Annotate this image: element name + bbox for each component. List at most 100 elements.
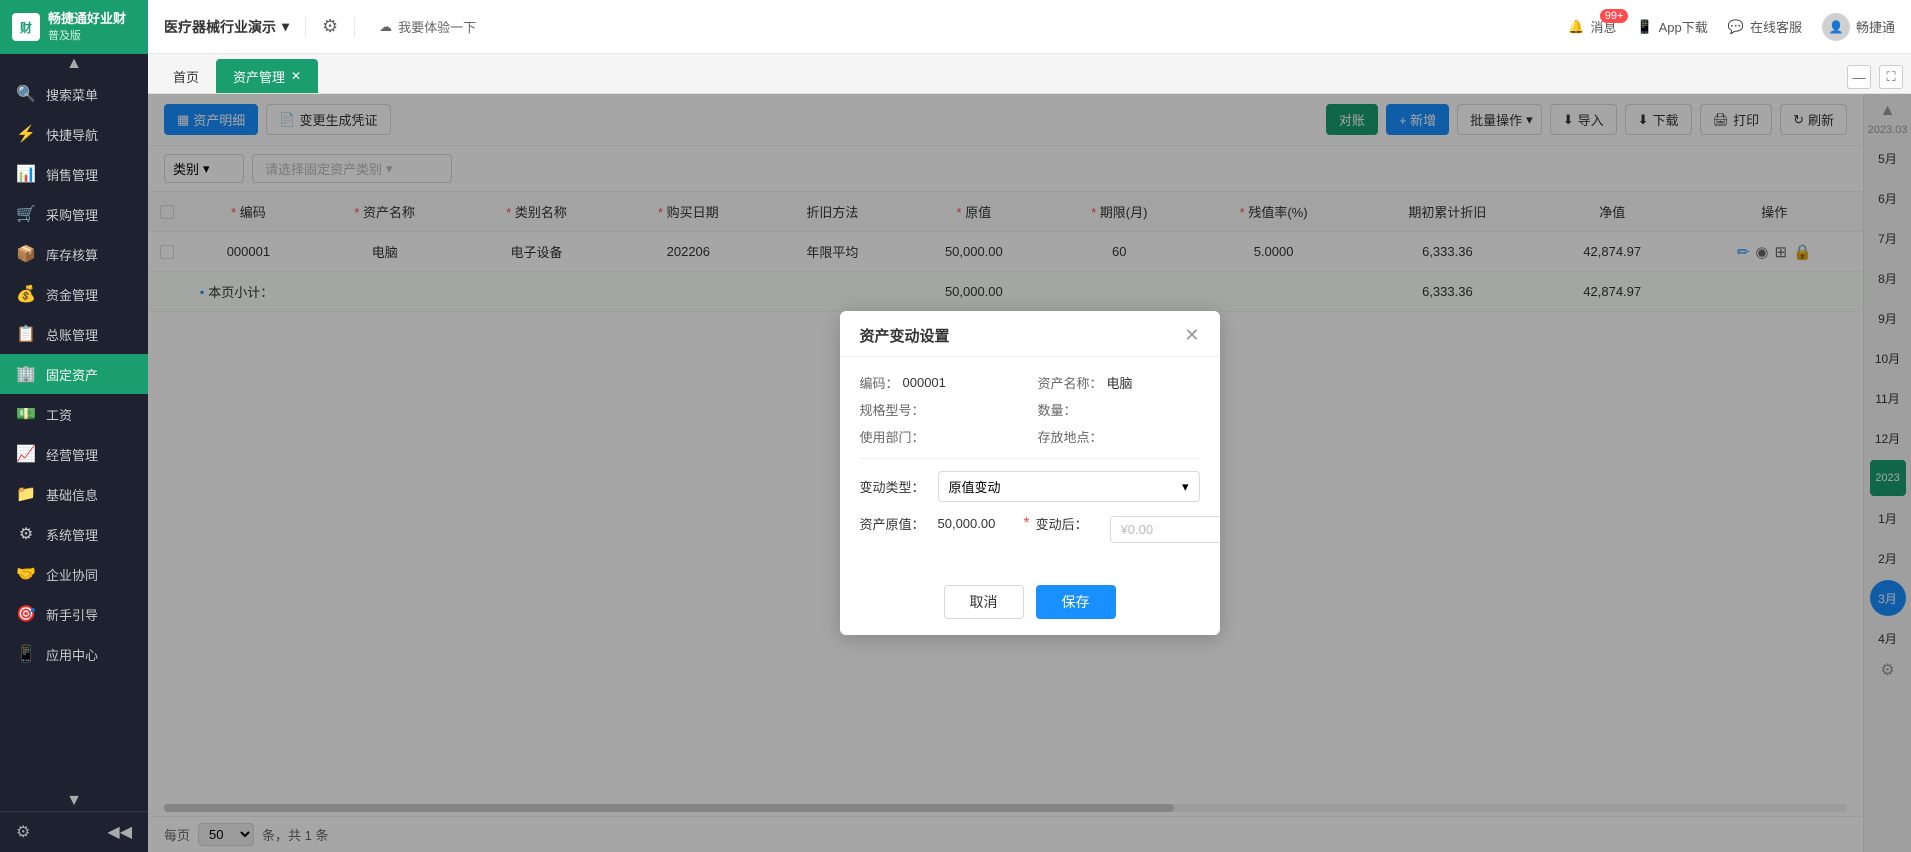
enterprise-icon: 🤝 [16, 564, 36, 584]
sidebar-item-basic-info[interactable]: 📁 基础信息 [0, 474, 148, 514]
modal-quantity-field: 数量： [1038, 400, 1200, 419]
sidebar-items: 🔍 搜索菜单 ⚡ 快捷导航 📊 销售管理 🛒 采购管理 📦 库存核算 💰 资金管… [0, 74, 148, 791]
modal-department-field: 使用部门： [860, 427, 1022, 446]
modal-footer: 取消 保存 [840, 573, 1220, 635]
quantity-label: 数量： [1038, 400, 1077, 419]
tab-close-icon[interactable]: ✕ [291, 69, 301, 83]
original-value-label: 资产原值： [860, 514, 930, 533]
user-profile-btn[interactable]: 👤 畅捷通 [1822, 13, 1895, 41]
modal-code-field: 编码： 000001 [860, 373, 1022, 392]
ops-icon: 📈 [16, 444, 36, 464]
collapse-icon[interactable]: ◀◀ [107, 822, 132, 842]
original-value-display: 50,000.00 [938, 516, 996, 531]
tab-asset-label: 资产管理 [233, 67, 285, 86]
asset-name-value: 电脑 [1107, 373, 1133, 392]
sidebar-item-ops-mgmt[interactable]: 📈 经营管理 [0, 434, 148, 474]
sidebar-item-label: 搜索菜单 [46, 85, 98, 104]
cancel-button[interactable]: 取消 [944, 585, 1024, 619]
settings-bottom-icon[interactable]: ⚙ [16, 822, 30, 842]
sidebar-item-label: 经营管理 [46, 445, 98, 464]
messages-btn[interactable]: 🔔 消息 99+ [1568, 17, 1616, 36]
app-name: 畅捷通好业财 [48, 11, 126, 28]
download-icon: 📱 [1636, 19, 1652, 35]
avatar-icon: 👤 [1829, 20, 1844, 34]
funds-icon: 💰 [16, 284, 36, 304]
tab-home[interactable]: 首页 [156, 59, 216, 93]
topbar-divider2 [354, 17, 355, 37]
sidebar-scroll-down[interactable]: ▼ [0, 791, 148, 811]
app-info: 畅捷通好业财 普及版 [48, 11, 126, 44]
sidebar-item-purchase[interactable]: 🛒 采购管理 [0, 194, 148, 234]
topbar-settings-icon[interactable]: ⚙ [322, 16, 338, 37]
sidebar-item-label: 企业协同 [46, 565, 98, 584]
sidebar-item-label: 基础信息 [46, 485, 98, 504]
code-label: 编码： [860, 373, 899, 392]
payroll-icon: 💵 [16, 404, 36, 424]
app-edition: 普及版 [48, 27, 126, 43]
quick-nav-icon: ⚡ [16, 124, 36, 144]
company-name: 医疗器械行业演示 [164, 17, 276, 37]
sidebar-item-inventory[interactable]: 📦 库存核算 [0, 234, 148, 274]
tab-minimize-btn[interactable]: — [1847, 65, 1871, 89]
save-button[interactable]: 保存 [1036, 585, 1116, 619]
sidebar-item-enterprise[interactable]: 🤝 企业协同 [0, 554, 148, 594]
message-icon: 🔔 [1568, 19, 1584, 35]
sidebar-item-label: 库存核算 [46, 245, 98, 264]
sidebar-scroll-up[interactable]: ▲ [0, 54, 148, 74]
basic-info-icon: 📁 [16, 484, 36, 504]
sidebar-item-label: 采购管理 [46, 205, 98, 224]
sidebar-item-label: 资金管理 [46, 285, 98, 304]
sidebar-item-app-center[interactable]: 📱 应用中心 [0, 634, 148, 674]
tab-home-label: 首页 [173, 67, 199, 86]
purchase-icon: 🛒 [16, 204, 36, 224]
dropdown-arrow-icon: ▾ [282, 18, 289, 35]
search-icon: 🔍 [16, 84, 36, 104]
message-badge: 99+ [1600, 9, 1629, 23]
experience-btn[interactable]: ☁ 我要体验一下 [379, 17, 476, 36]
tabbar-right: — ⛶ [1847, 65, 1911, 93]
app-logo: 财 [12, 13, 40, 41]
app-download-label: App下载 [1659, 17, 1708, 36]
main-area: 医疗器械行业演示 ▾ ⚙ ☁ 我要体验一下 🔔 消息 99+ 📱 App下载 💬… [148, 0, 1911, 852]
sidebar-item-sales[interactable]: 📊 销售管理 [0, 154, 148, 194]
sidebar-item-sys-mgmt[interactable]: ⚙ 系统管理 [0, 514, 148, 554]
tab-maximize-btn[interactable]: ⛶ [1879, 65, 1903, 89]
sidebar-item-general-ledger[interactable]: 📋 总账管理 [0, 314, 148, 354]
sidebar-item-guide[interactable]: 🎯 新手引导 [0, 594, 148, 634]
sidebar-item-label: 快捷导航 [46, 125, 98, 144]
sidebar-item-label: 总账管理 [46, 325, 98, 344]
sidebar-item-funds[interactable]: 💰 资金管理 [0, 274, 148, 314]
asset-change-modal: 资产变动设置 ✕ 编码： 000001 资产名称： 电脑 [840, 311, 1220, 635]
online-service-btn[interactable]: 💬 在线客服 [1728, 17, 1802, 36]
tab-asset-management[interactable]: 资产管理 ✕ [216, 59, 318, 93]
topbar-divider [305, 17, 306, 37]
app-download-btn[interactable]: 📱 App下载 [1636, 17, 1707, 36]
after-value-input[interactable] [1110, 516, 1220, 543]
sidebar-item-label: 工资 [46, 405, 72, 424]
change-type-value: 原值变动 [949, 477, 1001, 496]
modal-close-btn[interactable]: ✕ [1184, 325, 1199, 346]
change-type-arrow-icon: ▾ [1182, 479, 1189, 495]
original-value-row: 资产原值： 50,000.00 * 变动后： [860, 514, 1200, 545]
required-mark: * [1023, 515, 1029, 533]
sys-icon: ⚙ [16, 524, 36, 544]
fixed-assets-icon: 🏢 [16, 364, 36, 384]
sidebar-item-fixed-assets[interactable]: 🏢 固定资产 [0, 354, 148, 394]
company-selector[interactable]: 医疗器械行业演示 ▾ [164, 17, 289, 37]
sidebar-item-quick-nav[interactable]: ⚡ 快捷导航 [0, 114, 148, 154]
change-type-label: 变动类型： [860, 477, 930, 496]
online-service-label: 在线客服 [1750, 17, 1802, 36]
change-type-select[interactable]: 原值变动 ▾ [938, 471, 1200, 502]
sales-icon: 📊 [16, 164, 36, 184]
storage-label: 存放地点： [1038, 427, 1103, 446]
sidebar-bottom: ⚙ ◀◀ [0, 811, 148, 852]
sidebar-item-label: 应用中心 [46, 645, 98, 664]
modal-body: 编码： 000001 资产名称： 电脑 规格型号： 数量： [840, 357, 1220, 573]
cloud-icon: ☁ [379, 19, 392, 35]
sidebar-item-payroll[interactable]: 💵 工资 [0, 394, 148, 434]
topbar-right: 🔔 消息 99+ 📱 App下载 💬 在线客服 👤 畅捷通 [1568, 13, 1895, 41]
modal-storage-field: 存放地点： [1038, 427, 1200, 446]
code-value: 000001 [903, 375, 946, 390]
inventory-icon: 📦 [16, 244, 36, 264]
sidebar-item-search[interactable]: 🔍 搜索菜单 [0, 74, 148, 114]
